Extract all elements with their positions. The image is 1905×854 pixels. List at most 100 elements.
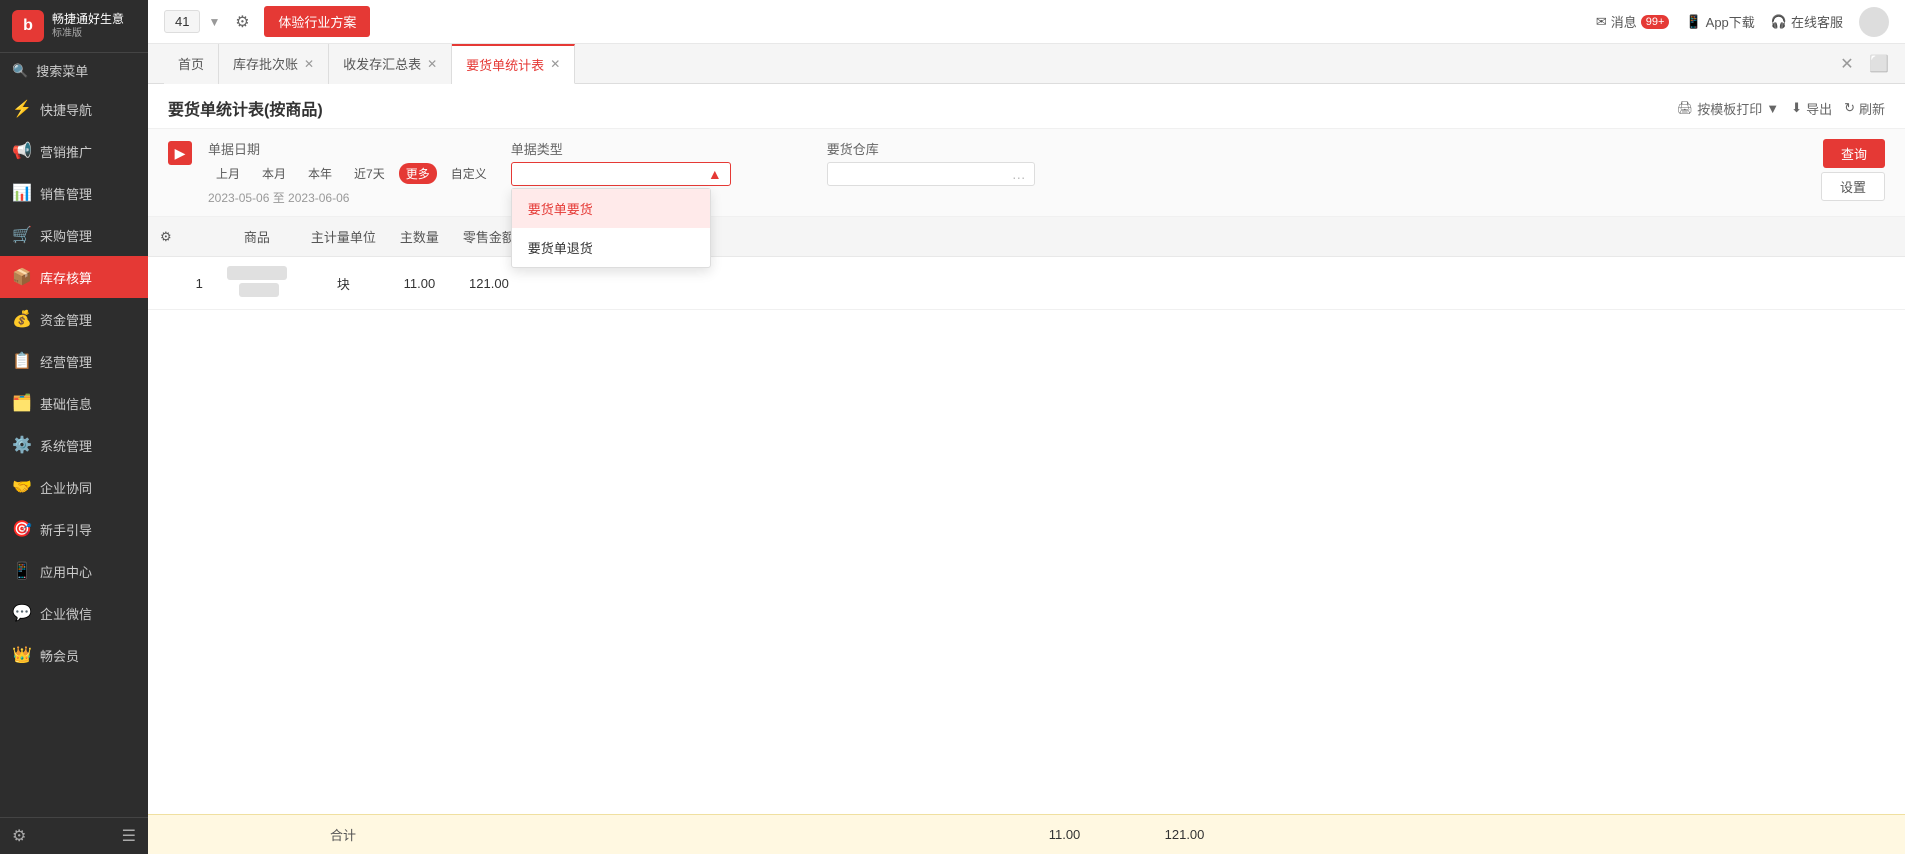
tab-home[interactable]: 首页 xyxy=(164,44,219,84)
messages-item[interactable]: ✉ 消息 99+ xyxy=(1596,12,1670,31)
warehouse-input-wrapper[interactable]: … xyxy=(827,162,1035,186)
enterprise-icon: 🤝 xyxy=(12,477,32,497)
tab-batch-account-close[interactable]: ✕ xyxy=(304,57,314,71)
sidebar-item-purchase[interactable]: 🛒 采购管理 xyxy=(0,214,148,256)
sidebar: b 畅捷通好生意 标准版 🔍 搜索菜单 ⚡ 快捷导航 📢 营销推广 📊 销售管理… xyxy=(0,0,148,854)
main-area: 41 ▼ ⚙ 体验行业方案 ✉ 消息 99+ 📱 App下载 🎧 在线客服 首 xyxy=(148,0,1905,854)
tab-bar: 首页 库存批次账 ✕ 收发存汇总表 ✕ 要货单统计表 ✕ ✕ ⬜ xyxy=(148,44,1905,84)
tab-batch-account[interactable]: 库存批次账 ✕ xyxy=(219,44,329,84)
page-content: 要货单统计表(按商品) 🖨 按模板打印 ▼ ⬇ 导出 ↻ 刷新 ▶ xyxy=(148,84,1905,854)
tab-receipt-summary[interactable]: 收发存汇总表 ✕ xyxy=(329,44,452,84)
sidebar-item-inventory[interactable]: 📦 库存核算 xyxy=(0,256,148,298)
sidebar-item-finance[interactable]: 💰 资金管理 xyxy=(0,298,148,340)
type-filter-input-wrapper[interactable]: ▲ xyxy=(511,162,731,186)
date-btn-this-month[interactable]: 本月 xyxy=(254,162,294,185)
tab-order-summary[interactable]: 要货单统计表 ✕ xyxy=(452,44,575,84)
filter-settings-button[interactable]: 设置 xyxy=(1821,172,1885,201)
topbar-settings-icon[interactable]: ⚙ xyxy=(228,8,256,36)
sidebar-item-label: 企业协同 xyxy=(40,478,92,497)
refresh-button[interactable]: ↻ 刷新 xyxy=(1844,99,1885,118)
sidebar-item-system[interactable]: ⚙️ 系统管理 xyxy=(0,424,148,466)
sidebar-item-guide[interactable]: 🎯 新手引导 xyxy=(0,508,148,550)
sidebar-item-label: 企业微信 xyxy=(40,604,92,623)
row-unit-cell: 块 xyxy=(299,257,388,310)
tab-expand[interactable]: ⬜ xyxy=(1865,50,1893,78)
date-btn-7days[interactable]: 近7天 xyxy=(346,162,393,185)
col-extra xyxy=(527,217,1905,257)
type-filter-input[interactable] xyxy=(520,167,708,182)
sidebar-item-quick-nav[interactable]: ⚡ 快捷导航 xyxy=(0,88,148,130)
online-service-label: 在线客服 xyxy=(1791,12,1843,31)
tab-counter-arrow[interactable]: ▼ xyxy=(208,15,220,29)
print-button[interactable]: 🖨 按模板打印 ▼ xyxy=(1677,99,1779,118)
date-btn-more[interactable]: 更多 xyxy=(399,163,437,184)
sidebar-settings-icon[interactable]: ⚙ xyxy=(12,826,26,846)
filter-actions: 查询 设置 xyxy=(1821,139,1885,201)
warehouse-more-icon[interactable]: … xyxy=(1012,166,1026,182)
sidebar-item-label: 新手引导 xyxy=(40,520,92,539)
sidebar-item-label: 库存核算 xyxy=(40,268,92,287)
tab-order-summary-close[interactable]: ✕ xyxy=(550,57,560,71)
query-button[interactable]: 查询 xyxy=(1823,139,1885,168)
member-icon: 👑 xyxy=(12,645,32,665)
tab-receipt-summary-close[interactable]: ✕ xyxy=(427,57,437,71)
row-num-cell: 1 xyxy=(184,257,215,310)
dropdown-item-order-goods[interactable]: 要货单要货 xyxy=(512,189,710,228)
type-filter-label: 单据类型 xyxy=(511,139,731,158)
trial-button[interactable]: 体验行业方案 xyxy=(264,6,370,37)
user-avatar[interactable] xyxy=(1859,7,1889,37)
print-label: 按模板打印 xyxy=(1697,99,1762,118)
message-icon: ✉ xyxy=(1596,14,1607,30)
sidebar-item-app-center[interactable]: 📱 应用中心 xyxy=(0,550,148,592)
sidebar-item-marketing[interactable]: 📢 营销推广 xyxy=(0,130,148,172)
sidebar-item-label: 销售管理 xyxy=(40,184,92,203)
online-service-item[interactable]: 🎧 在线客服 xyxy=(1771,12,1843,31)
basic-info-icon: 🗂️ xyxy=(12,393,32,413)
col-unit: 主计量单位 xyxy=(299,217,388,257)
sidebar-item-member[interactable]: 👑 畅会员 xyxy=(0,634,148,676)
export-icon: ⬇ xyxy=(1791,100,1802,116)
col-goods: 商品 xyxy=(215,217,299,257)
goods-placeholder-2 xyxy=(239,283,279,297)
date-btn-last-month[interactable]: 上月 xyxy=(208,162,248,185)
refresh-icon: ↻ xyxy=(1844,100,1855,116)
sidebar-item-basic-info[interactable]: 🗂️ 基础信息 xyxy=(0,382,148,424)
sidebar-collapse-icon[interactable]: ☰ xyxy=(122,826,136,846)
sidebar-item-wechat[interactable]: 💬 企业微信 xyxy=(0,592,148,634)
sidebar-item-label: 应用中心 xyxy=(40,562,92,581)
sidebar-item-enterprise[interactable]: 🤝 企业协同 xyxy=(0,466,148,508)
app-logo: b 畅捷通好生意 标准版 xyxy=(0,0,148,53)
sidebar-search[interactable]: 🔍 搜索菜单 xyxy=(0,53,148,88)
export-button[interactable]: ⬇ 导出 xyxy=(1791,99,1832,118)
sidebar-item-operations[interactable]: 📋 经营管理 xyxy=(0,340,148,382)
filter-bar: ▶ 单据日期 上月 本月 本年 近7天 更多 自定义 2023-05-06 至 … xyxy=(148,129,1905,217)
date-btn-this-year[interactable]: 本年 xyxy=(300,162,340,185)
tab-order-summary-label: 要货单统计表 xyxy=(466,55,544,74)
print-icon: 🖨 xyxy=(1677,100,1694,116)
col-settings[interactable]: ⚙ xyxy=(148,217,184,257)
filter-expand-button[interactable]: ▶ xyxy=(168,141,192,165)
app-download-item[interactable]: 📱 App下载 xyxy=(1685,12,1754,31)
page-header: 要货单统计表(按商品) 🖨 按模板打印 ▼ ⬇ 导出 ↻ 刷新 xyxy=(148,84,1905,129)
logo-name: 畅捷通好生意 xyxy=(52,12,124,28)
quick-nav-icon: ⚡ xyxy=(12,99,32,119)
phone-icon: 📱 xyxy=(1685,14,1701,30)
date-btn-custom[interactable]: 自定义 xyxy=(443,162,495,185)
warehouse-input[interactable] xyxy=(836,167,1012,182)
inventory-icon: 📦 xyxy=(12,267,32,287)
sidebar-item-sales[interactable]: 📊 销售管理 xyxy=(0,172,148,214)
search-label: 搜索菜单 xyxy=(36,61,88,80)
tab-batch-account-label: 库存批次账 xyxy=(233,54,298,73)
type-filter-toggle-icon[interactable]: ▲ xyxy=(708,166,722,182)
dropdown-item-order-return[interactable]: 要货单退货 xyxy=(512,228,710,267)
table-footer: 合计 11.00 121.00 xyxy=(148,814,1905,854)
message-label: 消息 xyxy=(1611,12,1637,31)
goods-placeholder-1 xyxy=(227,266,287,280)
export-label: 导出 xyxy=(1806,99,1832,118)
date-filter-label: 单据日期 xyxy=(208,139,495,158)
logo-badge: 标准版 xyxy=(52,27,124,40)
sidebar-item-label: 基础信息 xyxy=(40,394,92,413)
data-table: ⚙ 商品 主计量单位 主数量 零售金额 1 xyxy=(148,217,1905,310)
row-quantity-cell: 11.00 xyxy=(388,257,451,310)
tab-close-all[interactable]: ✕ xyxy=(1833,50,1861,78)
